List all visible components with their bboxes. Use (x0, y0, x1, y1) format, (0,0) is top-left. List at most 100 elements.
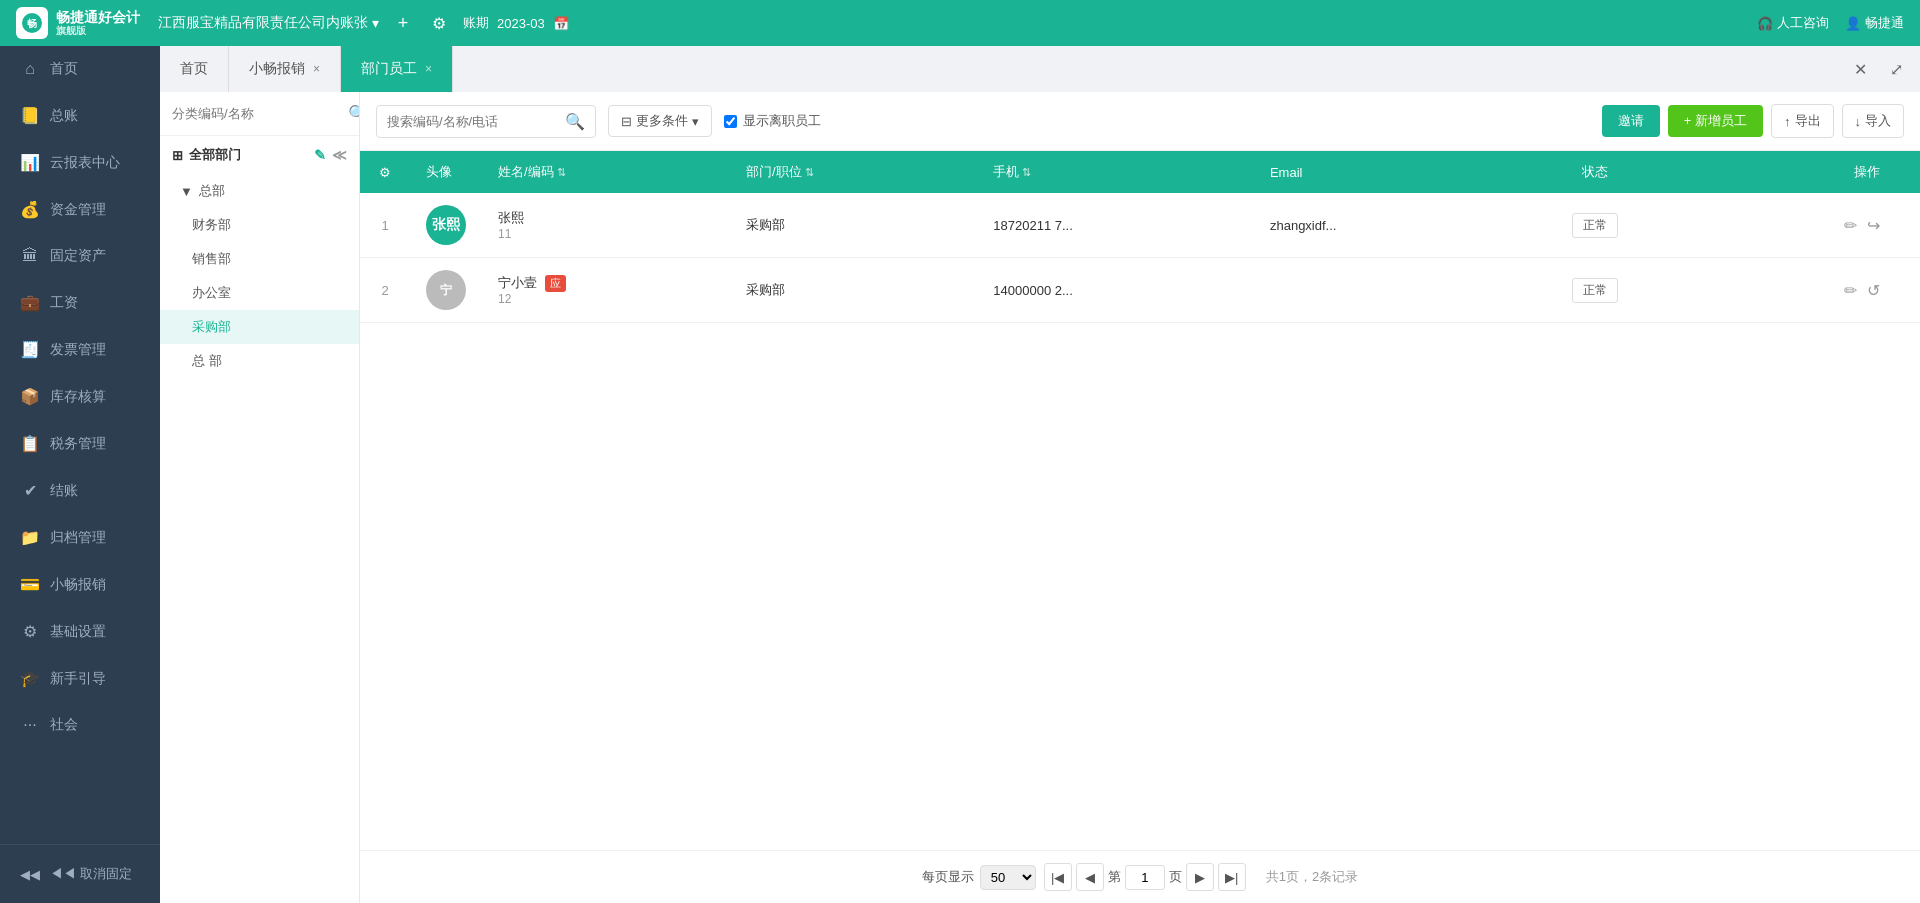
total-info: 共1页，2条记录 (1266, 868, 1358, 886)
mobile-cell: 18720211 7... (977, 193, 1254, 258)
dept-search-icon[interactable]: 🔍 (348, 104, 360, 123)
employee-code: 12 (498, 292, 714, 306)
sidebar-item-invoice[interactable]: 🧾 发票管理 (0, 326, 160, 373)
chevron-down-icon: ▾ (692, 114, 699, 129)
sidebar-item-label: 首页 (50, 60, 78, 78)
delete-icon[interactable]: ↺ (1867, 281, 1880, 300)
status-badge: 正常 (1572, 278, 1618, 303)
sidebar-item-ledger[interactable]: 📒 总账 (0, 92, 160, 139)
dept-item-label: 销售部 (192, 250, 231, 268)
page-label: 页 (1169, 868, 1182, 886)
tab-expand-button[interactable]: ⤢ (1882, 55, 1910, 83)
dept-all-header[interactable]: ⊞ 全部部门 ✎ ≪ (160, 136, 359, 174)
top-header: 畅 畅捷通好会计 旗舰版 江西服宝精品有限责任公司内账张 ▾ + ⚙ 账期 20… (0, 0, 1920, 46)
logout-icon[interactable]: ↪ (1867, 216, 1880, 235)
col-settings[interactable]: ⚙ (360, 151, 410, 193)
table-header: ⚙ 头像 姓名/编码 部门/职位 手机 Email 状态 操作 (360, 151, 1920, 193)
actions-cell: ✏ ↪ (1692, 193, 1920, 258)
first-page-button[interactable]: |◀ (1044, 863, 1072, 891)
export-button[interactable]: ↑ 导出 (1771, 104, 1834, 138)
show-resigned-label[interactable]: 显示离职员工 (724, 112, 821, 130)
tab-department-label: 部门员工 (361, 60, 417, 78)
add-button-top[interactable]: + (391, 11, 415, 35)
archive-icon: 📁 (20, 528, 40, 547)
sidebar-item-checkout[interactable]: ✔ 结账 (0, 467, 160, 514)
sidebar-item-tax[interactable]: 📋 税务管理 (0, 420, 160, 467)
sidebar-item-more[interactable]: ··· 社会 (0, 702, 160, 748)
sidebar-item-label: 库存核算 (50, 388, 106, 406)
sidebar-item-home[interactable]: ⌂ 首页 (0, 46, 160, 92)
invite-button[interactable]: 邀请 (1602, 105, 1660, 137)
dept-edit-icon[interactable]: ✎ (314, 147, 326, 163)
page-number-input[interactable] (1125, 865, 1165, 890)
sidebar-item-salary[interactable]: 💼 工资 (0, 279, 160, 326)
sidebar-item-inventory[interactable]: 📦 库存核算 (0, 373, 160, 420)
col-name-code[interactable]: 姓名/编码 (482, 151, 730, 193)
next-page-button[interactable]: ▶ (1186, 863, 1214, 891)
page-size-select: 每页显示 10 20 50 100 (922, 865, 1036, 890)
col-dept-position[interactable]: 部门/职位 (730, 151, 977, 193)
dept-item-general[interactable]: 总 部 (160, 344, 359, 378)
tab-close-all-button[interactable]: ✕ (1846, 55, 1874, 83)
sidebar-item-archive[interactable]: 📁 归档管理 (0, 514, 160, 561)
table-row: 2 宁 宁小壹 应 12 (360, 258, 1920, 323)
user-icon: 👤 (1845, 16, 1861, 31)
row-num: 2 (360, 258, 410, 323)
add-employee-button[interactable]: + 新增员工 (1668, 105, 1763, 137)
page-nav: |◀ ◀ 第 页 ▶ ▶| (1044, 863, 1246, 891)
settings-button-top[interactable]: ⚙ (427, 11, 451, 35)
ledger-icon: 📒 (20, 106, 40, 125)
period-area: 账期 2023-03 📅 (463, 14, 569, 32)
sidebar-item-reports[interactable]: 📊 云报表中心 (0, 139, 160, 186)
dept-item-purchase[interactable]: 采购部 (160, 310, 359, 344)
svg-text:畅: 畅 (27, 18, 37, 29)
employee-search-input[interactable] (387, 114, 559, 129)
sidebar-item-funds[interactable]: 💰 资金管理 (0, 186, 160, 233)
company-selector[interactable]: 江西服宝精品有限责任公司内账张 ▾ (158, 14, 379, 32)
tab-department-close[interactable]: × (425, 62, 432, 76)
unpin-button[interactable]: ◀◀ ◀◀ 取消固定 (0, 855, 160, 893)
filter-button[interactable]: ⊟ 更多条件 ▾ (608, 105, 712, 137)
dept-item-office[interactable]: 办公室 (160, 276, 359, 310)
calendar-icon[interactable]: 📅 (553, 16, 569, 31)
tab-department[interactable]: 部门员工 × (341, 46, 453, 92)
sidebar-item-assets[interactable]: 🏛 固定资产 (0, 233, 160, 279)
main-layout: ⌂ 首页 📒 总账 📊 云报表中心 💰 资金管理 🏛 固定资产 💼 工资 🧾 发… (0, 46, 1920, 903)
dept-item-label: 办公室 (192, 284, 231, 302)
support-button[interactable]: 🎧 人工咨询 (1757, 14, 1829, 32)
dept-search-input[interactable] (172, 106, 340, 121)
tab-expense-close[interactable]: × (313, 62, 320, 76)
user-button[interactable]: 👤 畅捷通 (1845, 14, 1904, 32)
col-mobile[interactable]: 手机 (977, 151, 1254, 193)
edit-icon[interactable]: ✏ (1844, 281, 1857, 300)
search-icon[interactable]: 🔍 (565, 112, 585, 131)
name-code-cell: 宁小壹 应 12 (482, 258, 730, 323)
prev-page-button[interactable]: ◀ (1076, 863, 1104, 891)
dept-item-hq[interactable]: ▼ 总部 (160, 174, 359, 208)
show-resigned-checkbox[interactable] (724, 115, 737, 128)
import-button[interactable]: ↓ 导入 (1842, 104, 1905, 138)
dept-expand-icon: ▼ (180, 184, 193, 199)
dept-search-area: 🔍 (160, 92, 359, 136)
tab-expense[interactable]: 小畅报销 × (229, 46, 341, 92)
row-num: 1 (360, 193, 410, 258)
avatar: 宁 (426, 270, 466, 310)
dept-item-sales[interactable]: 销售部 (160, 242, 359, 276)
logo-icon: 畅 (16, 7, 48, 39)
dept-item-label: 采购部 (192, 318, 231, 336)
tab-home[interactable]: 首页 (160, 46, 229, 92)
sidebar-item-expense[interactable]: 💳 小畅报销 (0, 561, 160, 608)
edit-icon[interactable]: ✏ (1844, 216, 1857, 235)
home-icon: ⌂ (20, 60, 40, 78)
employee-code: 11 (498, 227, 714, 241)
tabs-bar: 首页 小畅报销 × 部门员工 × ✕ ⤢ (160, 46, 1920, 92)
expense-icon: 💳 (20, 575, 40, 594)
sidebar-item-settings[interactable]: ⚙ 基础设置 (0, 608, 160, 655)
dept-item-finance[interactable]: 财务部 (160, 208, 359, 242)
sidebar-item-guide[interactable]: 🎓 新手引导 (0, 655, 160, 702)
page-size-dropdown[interactable]: 10 20 50 100 (980, 865, 1036, 890)
last-page-button[interactable]: ▶| (1218, 863, 1246, 891)
dept-collapse-icon[interactable]: ≪ (332, 147, 347, 163)
avatar: 张熙 (426, 205, 466, 245)
unpin-icon: ◀◀ (20, 867, 40, 882)
